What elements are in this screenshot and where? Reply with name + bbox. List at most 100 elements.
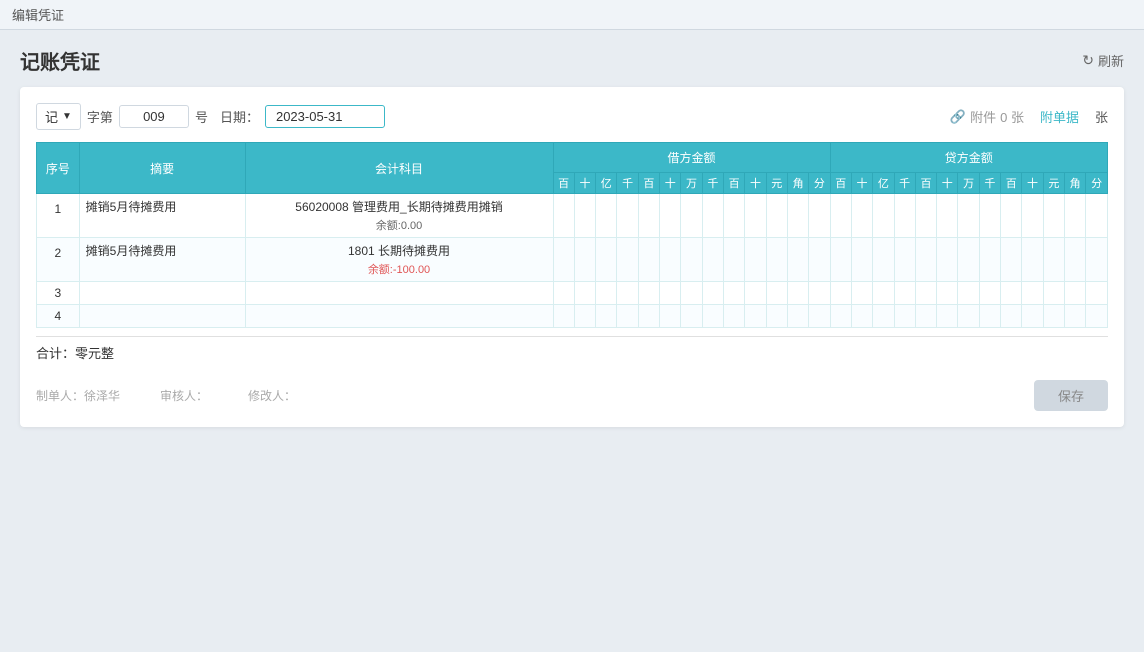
save-button[interactable]: 保存 bbox=[1034, 380, 1108, 411]
credit-amount-cell[interactable] bbox=[915, 305, 936, 328]
debit-amount-cell[interactable] bbox=[681, 194, 702, 238]
debit-amount-cell[interactable] bbox=[809, 282, 830, 305]
debit-amount-cell[interactable] bbox=[724, 238, 745, 282]
credit-amount-cell[interactable] bbox=[937, 305, 958, 328]
credit-amount-cell[interactable] bbox=[851, 194, 872, 238]
credit-amount-cell[interactable] bbox=[979, 282, 1000, 305]
account-cell[interactable] bbox=[245, 282, 553, 305]
account-cell[interactable] bbox=[245, 305, 553, 328]
debit-amount-cell[interactable] bbox=[660, 305, 681, 328]
credit-amount-cell[interactable] bbox=[1086, 238, 1108, 282]
debit-amount-cell[interactable] bbox=[660, 194, 681, 238]
credit-amount-cell[interactable] bbox=[1065, 282, 1086, 305]
prefix-select[interactable]: 记 ▼ bbox=[36, 103, 81, 130]
debit-amount-cell[interactable] bbox=[617, 238, 638, 282]
credit-amount-cell[interactable] bbox=[873, 194, 894, 238]
debit-amount-cell[interactable] bbox=[574, 194, 595, 238]
credit-amount-cell[interactable] bbox=[1001, 238, 1022, 282]
debit-amount-cell[interactable] bbox=[596, 238, 617, 282]
debit-amount-cell[interactable] bbox=[553, 282, 574, 305]
credit-amount-cell[interactable] bbox=[1022, 194, 1043, 238]
debit-amount-cell[interactable] bbox=[681, 305, 702, 328]
debit-amount-cell[interactable] bbox=[809, 238, 830, 282]
credit-amount-cell[interactable] bbox=[915, 282, 936, 305]
credit-amount-cell[interactable] bbox=[937, 282, 958, 305]
abstract-cell[interactable]: 摊销5月待摊费用 bbox=[79, 238, 245, 282]
credit-amount-cell[interactable] bbox=[1022, 282, 1043, 305]
debit-amount-cell[interactable] bbox=[617, 282, 638, 305]
account-cell[interactable]: 56020008 管理费用_长期待摊费用摊销余额:0.00 bbox=[245, 194, 553, 238]
credit-amount-cell[interactable] bbox=[851, 238, 872, 282]
credit-amount-cell[interactable] bbox=[894, 282, 915, 305]
debit-amount-cell[interactable] bbox=[638, 305, 659, 328]
debit-amount-cell[interactable] bbox=[617, 194, 638, 238]
debit-amount-cell[interactable] bbox=[574, 305, 595, 328]
credit-amount-cell[interactable] bbox=[1065, 238, 1086, 282]
abstract-cell[interactable] bbox=[79, 305, 245, 328]
debit-amount-cell[interactable] bbox=[787, 305, 808, 328]
credit-amount-cell[interactable] bbox=[1022, 238, 1043, 282]
credit-amount-cell[interactable] bbox=[1001, 194, 1022, 238]
credit-amount-cell[interactable] bbox=[851, 305, 872, 328]
debit-amount-cell[interactable] bbox=[596, 305, 617, 328]
debit-amount-cell[interactable] bbox=[702, 194, 723, 238]
credit-amount-cell[interactable] bbox=[1043, 238, 1064, 282]
credit-amount-cell[interactable] bbox=[1065, 305, 1086, 328]
credit-amount-cell[interactable] bbox=[958, 282, 979, 305]
debit-amount-cell[interactable] bbox=[787, 282, 808, 305]
credit-amount-cell[interactable] bbox=[1043, 194, 1064, 238]
debit-amount-cell[interactable] bbox=[787, 194, 808, 238]
credit-amount-cell[interactable] bbox=[979, 194, 1000, 238]
credit-amount-cell[interactable] bbox=[830, 305, 851, 328]
debit-amount-cell[interactable] bbox=[745, 282, 766, 305]
debit-amount-cell[interactable] bbox=[766, 238, 787, 282]
debit-amount-cell[interactable] bbox=[745, 238, 766, 282]
debit-amount-cell[interactable] bbox=[766, 194, 787, 238]
debit-amount-cell[interactable] bbox=[660, 238, 681, 282]
credit-amount-cell[interactable] bbox=[1086, 194, 1108, 238]
refresh-button[interactable]: ↻ 刷新 bbox=[1082, 51, 1124, 70]
credit-amount-cell[interactable] bbox=[958, 194, 979, 238]
debit-amount-cell[interactable] bbox=[638, 194, 659, 238]
debit-amount-cell[interactable] bbox=[638, 282, 659, 305]
credit-amount-cell[interactable] bbox=[979, 238, 1000, 282]
credit-amount-cell[interactable] bbox=[937, 194, 958, 238]
credit-amount-cell[interactable] bbox=[1086, 305, 1108, 328]
credit-amount-cell[interactable] bbox=[851, 282, 872, 305]
credit-amount-cell[interactable] bbox=[830, 282, 851, 305]
abstract-cell[interactable] bbox=[79, 282, 245, 305]
credit-amount-cell[interactable] bbox=[1086, 282, 1108, 305]
credit-amount-cell[interactable] bbox=[1001, 305, 1022, 328]
debit-amount-cell[interactable] bbox=[574, 282, 595, 305]
credit-amount-cell[interactable] bbox=[894, 238, 915, 282]
date-input[interactable] bbox=[265, 105, 385, 128]
debit-amount-cell[interactable] bbox=[766, 305, 787, 328]
credit-amount-cell[interactable] bbox=[894, 305, 915, 328]
debit-amount-cell[interactable] bbox=[766, 282, 787, 305]
credit-amount-cell[interactable] bbox=[937, 238, 958, 282]
credit-amount-cell[interactable] bbox=[1043, 282, 1064, 305]
credit-amount-cell[interactable] bbox=[958, 238, 979, 282]
attachment-link[interactable]: 🔗 附件 0 张 bbox=[950, 107, 1024, 126]
attach-single-link[interactable]: 附单据 bbox=[1040, 107, 1079, 126]
debit-amount-cell[interactable] bbox=[809, 194, 830, 238]
debit-amount-cell[interactable] bbox=[809, 305, 830, 328]
credit-amount-cell[interactable] bbox=[873, 305, 894, 328]
credit-amount-cell[interactable] bbox=[873, 238, 894, 282]
debit-amount-cell[interactable] bbox=[574, 238, 595, 282]
credit-amount-cell[interactable] bbox=[830, 238, 851, 282]
credit-amount-cell[interactable] bbox=[830, 194, 851, 238]
debit-amount-cell[interactable] bbox=[724, 282, 745, 305]
credit-amount-cell[interactable] bbox=[1001, 282, 1022, 305]
debit-amount-cell[interactable] bbox=[724, 305, 745, 328]
debit-amount-cell[interactable] bbox=[553, 194, 574, 238]
credit-amount-cell[interactable] bbox=[979, 305, 1000, 328]
debit-amount-cell[interactable] bbox=[660, 282, 681, 305]
debit-amount-cell[interactable] bbox=[553, 238, 574, 282]
credit-amount-cell[interactable] bbox=[1065, 194, 1086, 238]
abstract-cell[interactable]: 摊销5月待摊费用 bbox=[79, 194, 245, 238]
credit-amount-cell[interactable] bbox=[915, 238, 936, 282]
debit-amount-cell[interactable] bbox=[787, 238, 808, 282]
debit-amount-cell[interactable] bbox=[638, 238, 659, 282]
voucher-number-input[interactable] bbox=[119, 105, 189, 128]
